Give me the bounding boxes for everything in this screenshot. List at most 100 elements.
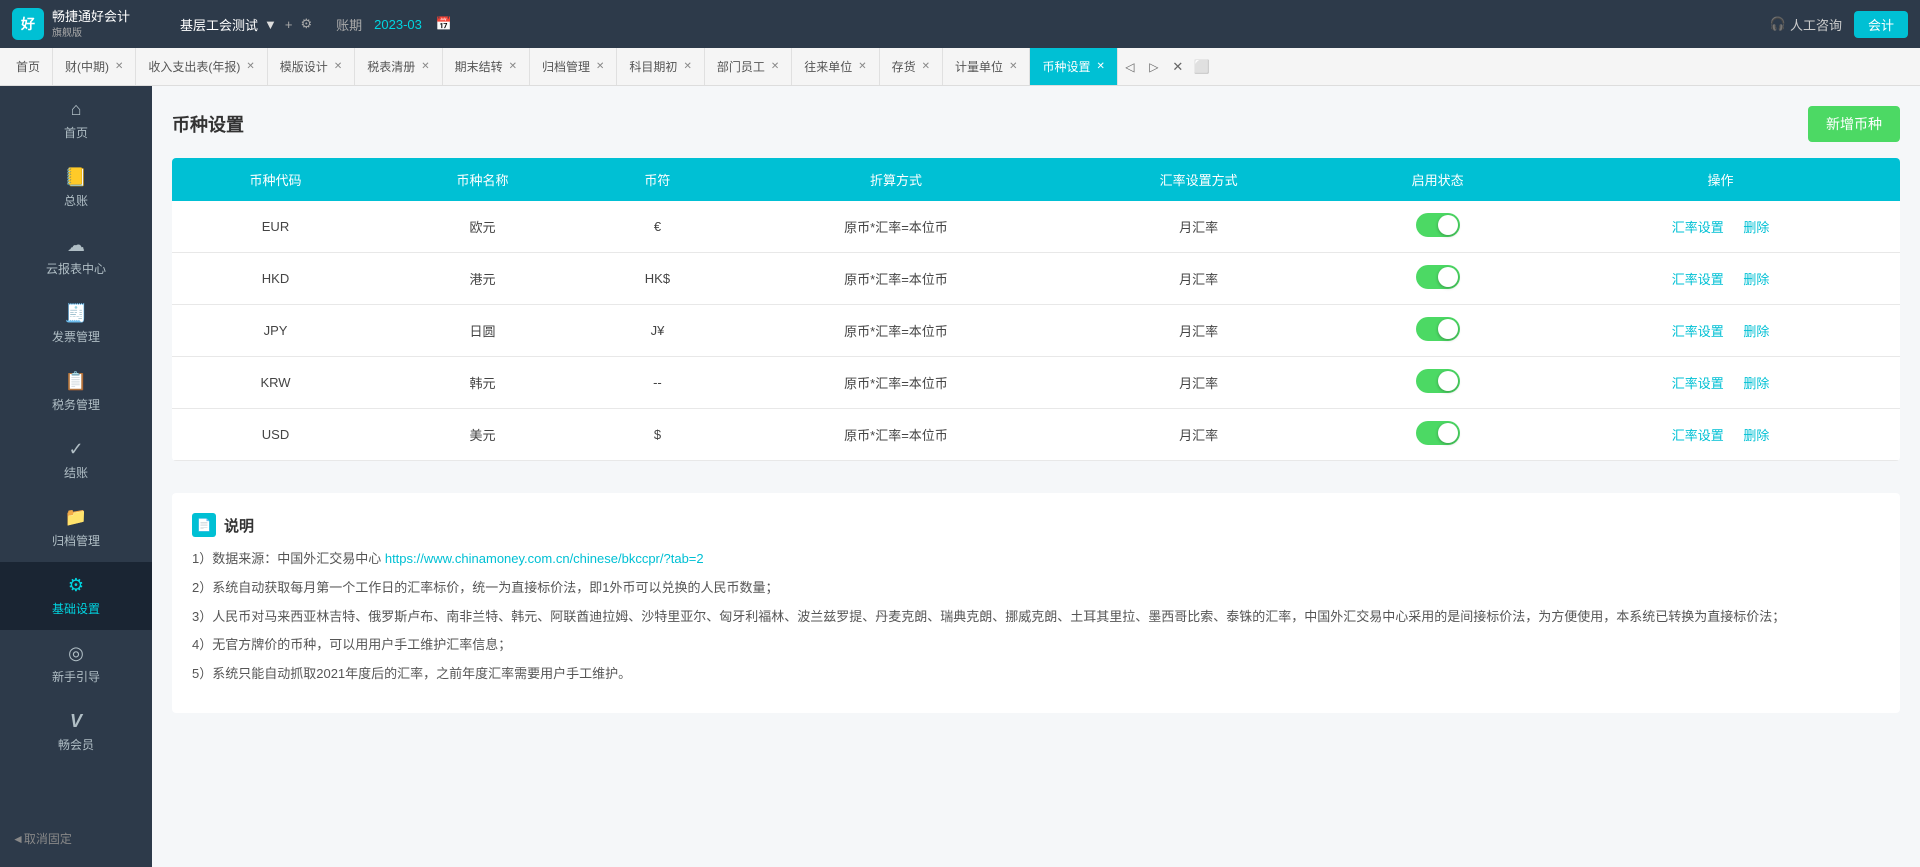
notes-header: 📄 说明 — [192, 513, 1880, 537]
tab-tax-table-close[interactable]: ✕ — [421, 61, 429, 72]
cell-toggle-0[interactable] — [1334, 201, 1541, 253]
tab-finance[interactable]: 财(中期) ✕ — [53, 48, 136, 86]
tab-finance-close[interactable]: ✕ — [115, 61, 123, 72]
tab-currency[interactable]: 币种设置 ✕ — [1030, 48, 1117, 86]
delete-link-3[interactable]: 删除 — [1743, 376, 1769, 391]
notes-title: 说明 — [224, 515, 254, 536]
delete-link-2[interactable]: 删除 — [1743, 324, 1769, 339]
tab-units[interactable]: 计量单位 ✕ — [943, 48, 1030, 86]
toggle-thumb-1 — [1438, 267, 1458, 287]
tab-period-transfer-label: 期末结转 — [455, 58, 503, 75]
toggle-2[interactable] — [1416, 317, 1460, 341]
sidebar-item-member[interactable]: V 畅会员 — [0, 698, 152, 766]
tab-finance-label: 财(中期) — [65, 58, 109, 75]
app-sub: 旗舰版 — [52, 24, 130, 39]
unpin-label: ◄取消固定 — [12, 830, 72, 847]
tab-inventory[interactable]: 存货 ✕ — [880, 48, 943, 86]
toggle-track-2[interactable] — [1416, 317, 1460, 341]
account-button[interactable]: 会计 — [1854, 11, 1908, 38]
cell-rate-type-4: 月汇率 — [1063, 409, 1334, 461]
sidebar-item-settings[interactable]: ⚙ 基础设置 — [0, 562, 152, 630]
tab-period-transfer-close[interactable]: ✕ — [509, 61, 517, 72]
sidebar-checkout-label: 结账 — [64, 464, 88, 481]
help-button[interactable]: 🎧 人工咨询 — [1770, 15, 1842, 34]
tab-bar: 首页 财(中期) ✕ 收入支出表(年报) ✕ 模版设计 ✕ 税表清册 ✕ 期末结… — [0, 48, 1920, 86]
sidebar-item-archive[interactable]: 📁 归档管理 — [0, 494, 152, 562]
tab-tax-table[interactable]: 税表清册 ✕ — [355, 48, 442, 86]
toggle-1[interactable] — [1416, 265, 1460, 289]
cell-actions-0: 汇率设置 删除 — [1541, 201, 1900, 253]
tab-period-transfer[interactable]: 期末结转 ✕ — [443, 48, 530, 86]
sidebar-item-guide[interactable]: ◎ 新手引导 — [0, 630, 152, 698]
company-selector[interactable]: 基层工会测试 ▼ — [180, 15, 277, 34]
rate-settings-link-0[interactable]: 汇率设置 — [1672, 220, 1724, 235]
tab-income-close[interactable]: ✕ — [246, 61, 254, 72]
delete-link-1[interactable]: 删除 — [1743, 272, 1769, 287]
cell-code-1: HKD — [172, 253, 379, 305]
table-row: HKD 港元 HK$ 原币*汇率=本位币 月汇率 汇率设置 删除 — [172, 253, 1900, 305]
tab-home[interactable]: 首页 — [4, 48, 53, 86]
tab-units-close[interactable]: ✕ — [1009, 61, 1017, 72]
tab-close-all-button[interactable]: ✕ — [1166, 48, 1190, 86]
add-icon[interactable]: + — [285, 17, 293, 32]
gear-icon[interactable]: ⚙ — [300, 16, 312, 32]
tab-department-close[interactable]: ✕ — [771, 61, 779, 72]
tab-inventory-close[interactable]: ✕ — [922, 61, 930, 72]
sidebar-invoices-label: 发票管理 — [52, 328, 100, 345]
toggle-track-4[interactable] — [1416, 421, 1460, 445]
sidebar-item-ledger[interactable]: 📒 总账 — [0, 154, 152, 222]
cell-toggle-3[interactable] — [1334, 357, 1541, 409]
tab-expand-button[interactable]: ⬜ — [1190, 48, 1214, 86]
sidebar-item-checkout[interactable]: ✓ 结账 — [0, 426, 152, 494]
cell-toggle-1[interactable] — [1334, 253, 1541, 305]
tab-template[interactable]: 模版设计 ✕ — [268, 48, 355, 86]
rate-settings-link-4[interactable]: 汇率设置 — [1672, 428, 1724, 443]
notes-link[interactable]: https://www.chinamoney.com.cn/chinese/bk… — [385, 551, 704, 566]
cell-rate-type-2: 月汇率 — [1063, 305, 1334, 357]
tab-department[interactable]: 部门员工 ✕ — [705, 48, 792, 86]
tab-subjects-close[interactable]: ✕ — [683, 61, 691, 72]
reports-icon: ☁ — [67, 235, 85, 256]
tab-contacts-close[interactable]: ✕ — [858, 61, 866, 72]
tab-inventory-label: 存货 — [892, 58, 916, 75]
sidebar-item-reports[interactable]: ☁ 云报表中心 — [0, 222, 152, 290]
tab-template-close[interactable]: ✕ — [334, 61, 342, 72]
cell-toggle-2[interactable] — [1334, 305, 1541, 357]
settings-icon: ⚙ — [68, 575, 84, 596]
tab-income[interactable]: 收入支出表(年报) ✕ — [136, 48, 267, 86]
tab-prev-button[interactable]: ◁ — [1118, 48, 1142, 86]
toggle-4[interactable] — [1416, 421, 1460, 445]
logo-area: 好 畅捷通好会计 旗舰版 — [12, 8, 164, 40]
tab-subjects[interactable]: 科目期初 ✕ — [617, 48, 704, 86]
delete-link-0[interactable]: 删除 — [1743, 220, 1769, 235]
tab-next-button[interactable]: ▷ — [1142, 48, 1166, 86]
archive-icon: 📁 — [65, 507, 87, 528]
new-currency-button[interactable]: 新增币种 — [1808, 106, 1900, 142]
tab-currency-close[interactable]: ✕ — [1096, 61, 1104, 72]
col-status: 启用状态 — [1334, 158, 1541, 201]
cell-name-1: 港元 — [379, 253, 586, 305]
toggle-3[interactable] — [1416, 369, 1460, 393]
tab-archive[interactable]: 归档管理 ✕ — [530, 48, 617, 86]
tab-archive-close[interactable]: ✕ — [596, 61, 604, 72]
rate-settings-link-2[interactable]: 汇率设置 — [1672, 324, 1724, 339]
tab-contacts-label: 往来单位 — [804, 58, 852, 75]
sidebar-item-invoices[interactable]: 🧾 发票管理 — [0, 290, 152, 358]
unpin-button[interactable]: ◄取消固定 — [12, 822, 140, 855]
tab-home-label: 首页 — [16, 58, 40, 75]
toggle-track-1[interactable] — [1416, 265, 1460, 289]
rate-settings-link-1[interactable]: 汇率设置 — [1672, 272, 1724, 287]
calendar-icon[interactable]: 📅 — [436, 16, 452, 32]
tax-icon: 📋 — [65, 371, 87, 392]
toggle-track-0[interactable] — [1416, 213, 1460, 237]
sidebar-item-home[interactable]: ⌂ 首页 — [0, 86, 152, 154]
tab-contacts[interactable]: 往来单位 ✕ — [792, 48, 879, 86]
delete-link-4[interactable]: 删除 — [1743, 428, 1769, 443]
table-row: EUR 欧元 € 原币*汇率=本位币 月汇率 汇率设置 删除 — [172, 201, 1900, 253]
rate-settings-link-3[interactable]: 汇率设置 — [1672, 376, 1724, 391]
toggle-track-3[interactable] — [1416, 369, 1460, 393]
toggle-0[interactable] — [1416, 213, 1460, 237]
tab-archive-label: 归档管理 — [542, 58, 590, 75]
sidebar-item-tax[interactable]: 📋 税务管理 — [0, 358, 152, 426]
cell-toggle-4[interactable] — [1334, 409, 1541, 461]
